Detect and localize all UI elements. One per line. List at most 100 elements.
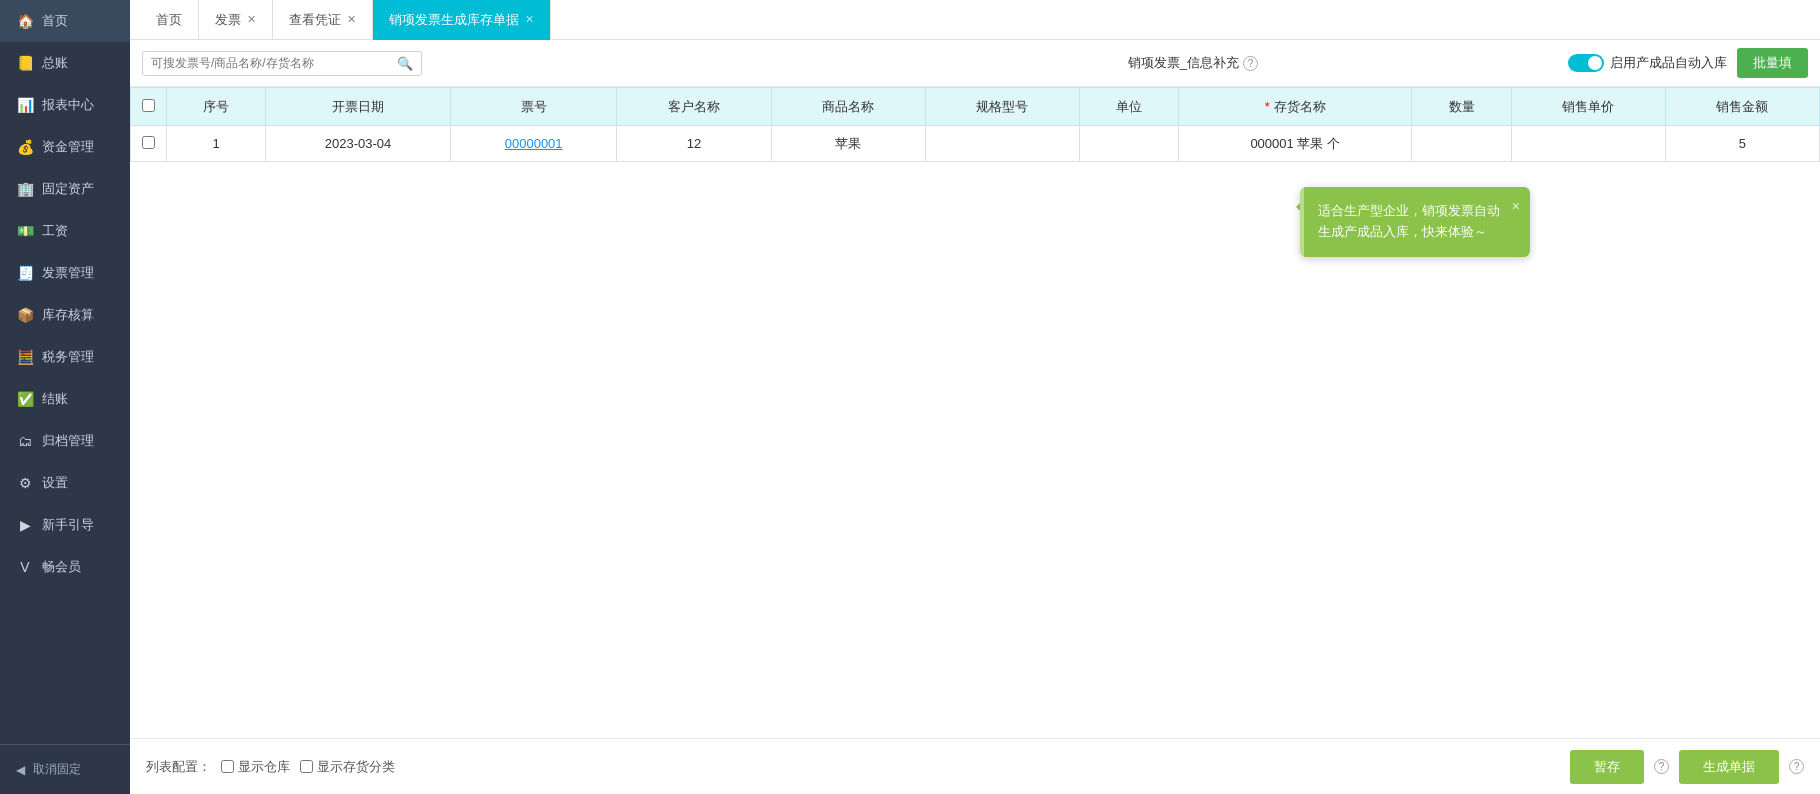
sidebar-item-archive[interactable]: 🗂 归档管理 [0,420,130,462]
sidebar-item-label: 新手引导 [42,516,94,534]
col-customer: 客户名称 [617,88,771,126]
sidebar-item-ledger[interactable]: 📒 总账 [0,42,130,84]
tooltip-popup: × 适合生产型企业，销项发票自动生成产成品入库，快来体验～ [1300,187,1530,257]
fixed-assets-icon: 🏢 [16,181,34,197]
sidebar-item-label: 归档管理 [42,432,94,450]
col-unit: 单位 [1079,88,1178,126]
main-area: 首页 发票 ✕ 查看凭证 ✕ 销项发票生成库存单据 ✕ 🔍 销项发票_信息补充 … [130,0,1820,794]
payroll-icon: 💵 [16,223,34,239]
tab-writeoff-close[interactable]: ✕ [525,13,534,26]
col-date: 开票日期 [266,88,451,126]
search-input[interactable] [151,56,391,70]
tooltip-bar [1300,187,1304,257]
tab-writeoff[interactable]: 销项发票生成库存单据 ✕ [373,0,551,40]
row-spec [925,126,1079,162]
col-inventory: 存货名称 [1178,88,1412,126]
row-unit [1079,126,1178,162]
sidebar-item-label: 畅会员 [42,558,81,576]
info-icon[interactable]: ? [1243,56,1258,71]
save-info-icon[interactable]: ? [1654,759,1669,774]
sidebar-item-fixed-assets[interactable]: 🏢 固定资产 [0,168,130,210]
row-amount: 5 [1665,126,1819,162]
settlement-icon: ✅ [16,391,34,407]
toggle-label: 启用产成品自动入库 [1610,54,1727,72]
tab-writeoff-label: 销项发票生成库存单据 [389,11,519,29]
sidebar-item-label: 结账 [42,390,68,408]
sidebar-item-settlement[interactable]: ✅ 结账 [0,378,130,420]
sidebar-item-invoice-mgmt[interactable]: 🧾 发票管理 [0,252,130,294]
row-quantity [1412,126,1511,162]
toolbar: 🔍 销项发票_信息补充 ? 启用产成品自动入库 批量填 [130,40,1820,87]
save-button[interactable]: 暂存 [1570,750,1644,784]
content-area: 🔍 销项发票_信息补充 ? 启用产成品自动入库 批量填 [130,40,1820,794]
sidebar-item-label: 设置 [42,474,68,492]
show-warehouse-checkbox[interactable] [221,760,234,773]
row-date: 2023-03-04 [266,126,451,162]
row-unit-price [1511,126,1665,162]
table-container: 序号 开票日期 票号 客户名称 商品名称 规格型号 单位 存货名称 数量 销售单… [130,87,1820,738]
bottom-bar: 列表配置： 显示仓库 显示存货分类 暂存 ? 生成单据 ? [130,738,1820,794]
col-unit-price: 销售单价 [1511,88,1665,126]
guide-icon: ▶ [16,517,34,533]
tab-home-label: 首页 [156,11,182,29]
sidebar-item-label: 库存核算 [42,306,94,324]
sidebar-item-tax[interactable]: 🧮 税务管理 [0,336,130,378]
col-quantity: 数量 [1412,88,1511,126]
sidebar-item-label: 资金管理 [42,138,94,156]
sidebar-item-label: 总账 [42,54,68,72]
sidebar-item-guide[interactable]: ▶ 新手引导 [0,504,130,546]
sidebar-item-funds[interactable]: 💰 资金管理 [0,126,130,168]
sidebar-item-label: 首页 [42,12,68,30]
info-label-text: 销项发票_信息补充 [1128,54,1239,72]
tab-home[interactable]: 首页 [140,0,199,40]
col-amount: 销售金额 [1665,88,1819,126]
tab-voucher[interactable]: 查看凭证 ✕ [273,0,373,40]
sidebar-item-label: 报表中心 [42,96,94,114]
generate-info-icon[interactable]: ? [1789,759,1804,774]
archive-icon: 🗂 [16,433,34,449]
show-warehouse-label[interactable]: 显示仓库 [221,758,290,776]
row-number[interactable]: 00000001 [450,126,616,162]
data-table: 序号 开票日期 票号 客户名称 商品名称 规格型号 单位 存货名称 数量 销售单… [130,87,1820,162]
col-product: 商品名称 [771,88,925,126]
tab-invoice-close[interactable]: ✕ [247,13,256,26]
sidebar-item-payroll[interactable]: 💵 工资 [0,210,130,252]
info-label: 销项发票_信息补充 ? [1128,54,1258,72]
ledger-icon: 📒 [16,55,34,71]
tab-invoice-label: 发票 [215,11,241,29]
search-box[interactable]: 🔍 [142,51,422,76]
generate-button[interactable]: 生成单据 [1679,750,1779,784]
list-config-label: 列表配置： [146,758,211,776]
home-icon: 🏠 [16,13,34,29]
vip-icon: V [16,559,34,575]
col-number: 票号 [450,88,616,126]
toggle-group: 启用产成品自动入库 [1568,54,1727,72]
row-inventory[interactable]: 000001 苹果 个 [1178,126,1412,162]
sidebar-item-vip[interactable]: V 畅会员 [0,546,130,588]
show-category-label[interactable]: 显示存货分类 [300,758,395,776]
row-product: 苹果 [771,126,925,162]
sidebar-item-reports[interactable]: 📊 报表中心 [0,84,130,126]
tab-invoice[interactable]: 发票 ✕ [199,0,273,40]
sidebar-bottom: ◀ 取消固定 [0,744,130,794]
tooltip-close-btn[interactable]: × [1512,195,1520,217]
sidebar: 🏠 首页 📒 总账 📊 报表中心 💰 资金管理 🏢 固定资产 💵 工资 🧾 发票… [0,0,130,794]
sidebar-item-home[interactable]: 🏠 首页 [0,0,130,42]
row-checkbox[interactable] [142,136,155,149]
sidebar-item-label: 工资 [42,222,68,240]
tab-voucher-label: 查看凭证 [289,11,341,29]
settings-icon: ⚙ [16,475,34,491]
cancel-fixed-btn[interactable]: ◀ 取消固定 [0,753,130,786]
col-spec: 规格型号 [925,88,1079,126]
toggle-knob [1588,56,1602,70]
select-all-checkbox[interactable] [142,99,155,112]
tab-voucher-close[interactable]: ✕ [347,13,356,26]
row-customer: 12 [617,126,771,162]
show-warehouse-text: 显示仓库 [238,758,290,776]
sidebar-item-settings[interactable]: ⚙ 设置 [0,462,130,504]
batch-fill-button[interactable]: 批量填 [1737,48,1808,78]
cancel-fixed-label: 取消固定 [33,761,81,778]
show-category-checkbox[interactable] [300,760,313,773]
toggle-switch[interactable] [1568,54,1604,72]
sidebar-item-inventory[interactable]: 📦 库存核算 [0,294,130,336]
